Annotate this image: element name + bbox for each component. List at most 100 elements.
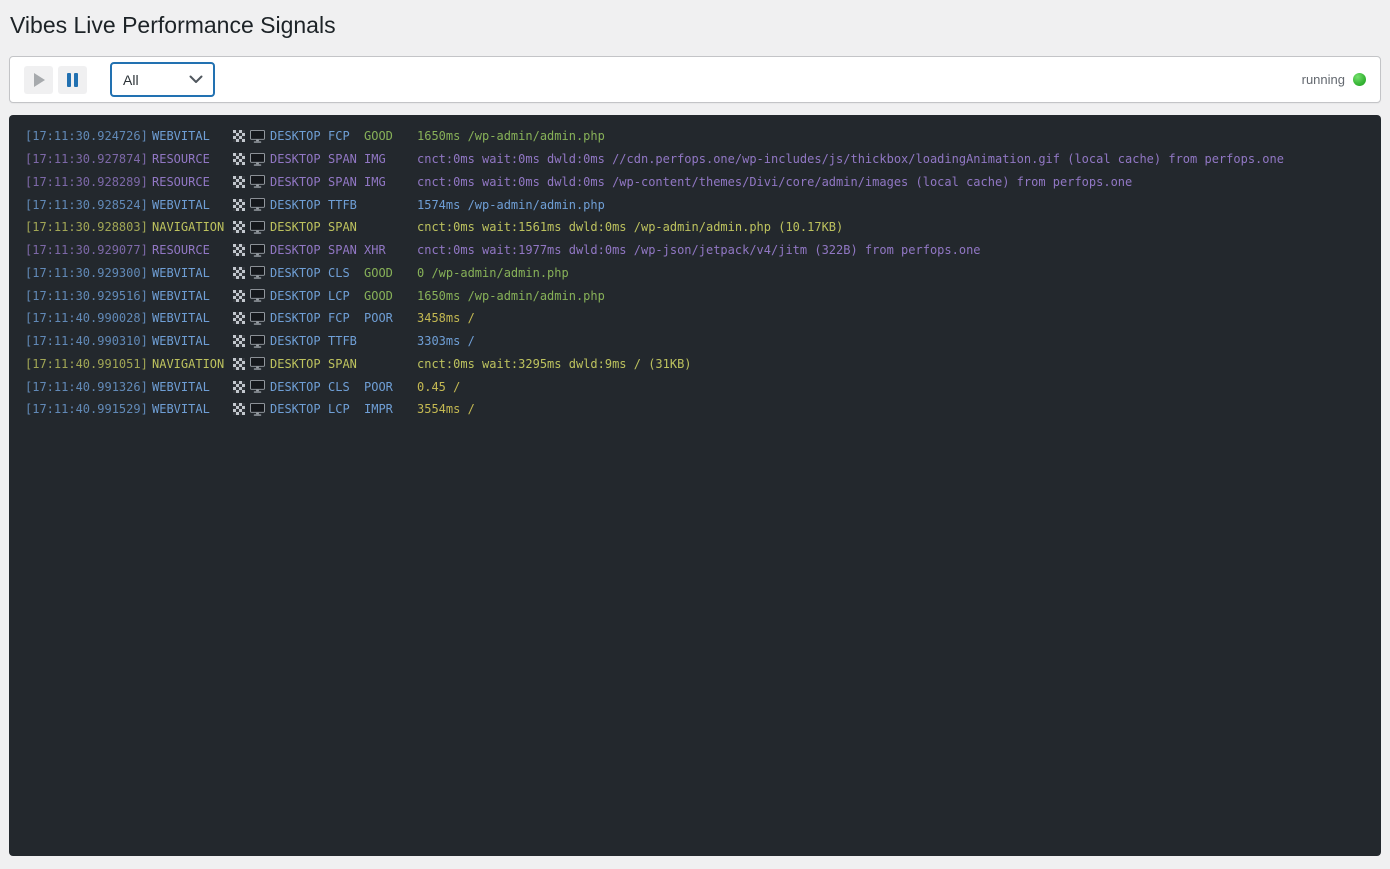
log-metric-label: CLS bbox=[328, 379, 350, 394]
log-row: [17:11:40.991051] NAVIGATION DESKTOP SPAN cn… bbox=[25, 353, 1365, 376]
page-title: Vibes Live Performance Signals bbox=[10, 12, 336, 38]
live-console[interactable]: [17:11:30.924726] WEBVITAL DESKTOP FCP GOOD 1… bbox=[9, 115, 1381, 856]
filter-select[interactable]: All bbox=[110, 62, 215, 97]
desktop-monitor-icon bbox=[250, 152, 265, 166]
log-metric-label: LCP bbox=[328, 288, 350, 303]
chevron-down-icon bbox=[189, 75, 203, 84]
log-metric-label: SPAN bbox=[328, 174, 357, 189]
checkered-flag-icon bbox=[233, 312, 245, 325]
filter-select-value: All bbox=[123, 71, 139, 88]
checkered-flag-icon bbox=[233, 266, 245, 279]
log-icons bbox=[233, 175, 270, 189]
log-timestamp: [17:11:30.929516] bbox=[25, 288, 148, 303]
log-type-label: WEBVITAL bbox=[152, 311, 210, 326]
log-value: cnct:0ms wait:1977ms dwld:0ms /wp-json/j… bbox=[417, 243, 981, 258]
log-timestamp: [17:11:40.991326] bbox=[25, 379, 148, 394]
desktop-monitor-icon bbox=[250, 311, 265, 325]
checkered-flag-icon bbox=[233, 357, 245, 370]
log-timestamp: [17:11:40.990028] bbox=[25, 311, 148, 326]
log-verdict-label: GOOD bbox=[364, 288, 393, 303]
log-value: 0 /wp-admin/admin.php bbox=[417, 265, 569, 280]
log-verdict-label: POOR bbox=[364, 311, 393, 326]
log-icons bbox=[233, 198, 270, 211]
log-row: [17:11:30.928289] RESOURCE DESKTOP SPAN IMG c… bbox=[25, 171, 1365, 194]
checkered-flag-icon bbox=[233, 221, 245, 234]
log-verdict-label: IMG bbox=[364, 174, 386, 189]
pause-button[interactable] bbox=[58, 65, 87, 94]
checkered-flag-icon bbox=[233, 153, 245, 166]
log-value: 1650ms /wp-admin/admin.php bbox=[417, 129, 605, 144]
desktop-monitor-icon bbox=[250, 380, 265, 393]
log-timestamp: [17:11:40.991529] bbox=[25, 402, 148, 417]
play-icon bbox=[34, 72, 45, 87]
log-type-label: NAVIGATION bbox=[152, 356, 225, 371]
checkered-flag-icon bbox=[233, 175, 245, 188]
log-device-label: DESKTOP bbox=[270, 288, 321, 303]
log-row: [17:11:30.928803] NAVIGATION DESKTOP SPAN cn… bbox=[25, 216, 1365, 239]
log-type-label: WEBVITAL bbox=[152, 197, 210, 212]
log-metric-label: SPAN bbox=[328, 220, 357, 235]
log-value: 3303ms / bbox=[417, 334, 475, 349]
log-device-label: DESKTOP bbox=[270, 334, 321, 349]
log-device-label: DESKTOP bbox=[270, 311, 321, 326]
log-metric-label: CLS bbox=[328, 265, 350, 280]
log-verdict-label: XHR bbox=[364, 243, 386, 258]
log-timestamp: [17:11:40.990310] bbox=[25, 334, 148, 349]
log-icons bbox=[233, 129, 270, 143]
log-device-label: DESKTOP bbox=[270, 243, 321, 258]
log-metric-label: FCP bbox=[328, 311, 350, 326]
toolbar: All running bbox=[9, 56, 1381, 103]
log-device-label: DESKTOP bbox=[270, 197, 321, 212]
log-icons bbox=[233, 152, 270, 166]
checkered-flag-icon bbox=[233, 335, 245, 348]
log-verdict-label: IMG bbox=[364, 152, 386, 167]
log-timestamp: [17:11:30.929077] bbox=[25, 243, 148, 258]
checkered-flag-icon bbox=[233, 198, 245, 211]
log-icons bbox=[233, 357, 270, 371]
log-device-label: DESKTOP bbox=[270, 356, 321, 371]
status-text: running bbox=[1301, 72, 1345, 87]
log-value: cnct:0ms wait:0ms dwld:0ms /wp-content/t… bbox=[417, 174, 1133, 189]
log-metric-label: SPAN bbox=[328, 152, 357, 167]
log-verdict-label: GOOD bbox=[364, 265, 393, 280]
log-value: 1574ms /wp-admin/admin.php bbox=[417, 197, 605, 212]
log-device-label: DESKTOP bbox=[270, 265, 321, 280]
log-timestamp: [17:11:30.929300] bbox=[25, 265, 148, 280]
desktop-monitor-icon bbox=[250, 357, 265, 371]
log-timestamp: [17:11:30.928524] bbox=[25, 197, 148, 212]
log-type-label: WEBVITAL bbox=[152, 129, 210, 144]
log-icons bbox=[233, 266, 270, 280]
log-icons bbox=[233, 311, 270, 325]
log-metric-label: TTFB bbox=[328, 197, 357, 212]
desktop-monitor-icon bbox=[250, 243, 265, 257]
log-value: 3554ms / bbox=[417, 402, 475, 417]
desktop-monitor-icon bbox=[250, 289, 265, 302]
log-device-label: DESKTOP bbox=[270, 129, 321, 144]
checkered-flag-icon bbox=[233, 244, 245, 257]
log-metric-label: SPAN bbox=[328, 243, 357, 258]
status-dot-icon bbox=[1353, 73, 1366, 86]
log-verdict-label: POOR bbox=[364, 379, 393, 394]
desktop-monitor-icon bbox=[250, 220, 265, 234]
log-value: 3458ms / bbox=[417, 311, 475, 326]
log-row: [17:11:40.991326] WEBVITAL DESKTOP CLS POOR 0… bbox=[25, 375, 1365, 398]
log-icons bbox=[233, 220, 270, 234]
pause-icon bbox=[67, 72, 78, 87]
log-row: [17:11:30.928524] WEBVITAL DESKTOP TTFB 1574… bbox=[25, 193, 1365, 216]
log-timestamp: [17:11:40.991051] bbox=[25, 356, 148, 371]
log-device-label: DESKTOP bbox=[270, 220, 321, 235]
log-timestamp: [17:11:30.928803] bbox=[25, 220, 148, 235]
log-metric-label: FCP bbox=[328, 129, 350, 144]
log-row: [17:11:30.924726] WEBVITAL DESKTOP FCP GOOD 1… bbox=[25, 125, 1365, 148]
log-icons bbox=[233, 402, 270, 416]
log-verdict-label: IMPR bbox=[364, 402, 393, 417]
checkered-flag-icon bbox=[233, 130, 245, 143]
log-type-label: RESOURCE bbox=[152, 174, 210, 189]
play-button[interactable] bbox=[24, 65, 53, 94]
desktop-monitor-icon bbox=[250, 266, 265, 280]
log-timestamp: [17:11:30.927874] bbox=[25, 152, 148, 167]
desktop-monitor-icon bbox=[250, 334, 265, 348]
log-icons bbox=[233, 334, 270, 348]
log-row: [17:11:30.927874] RESOURCE DESKTOP SPAN IMG c… bbox=[25, 148, 1365, 171]
log-device-label: DESKTOP bbox=[270, 402, 321, 417]
